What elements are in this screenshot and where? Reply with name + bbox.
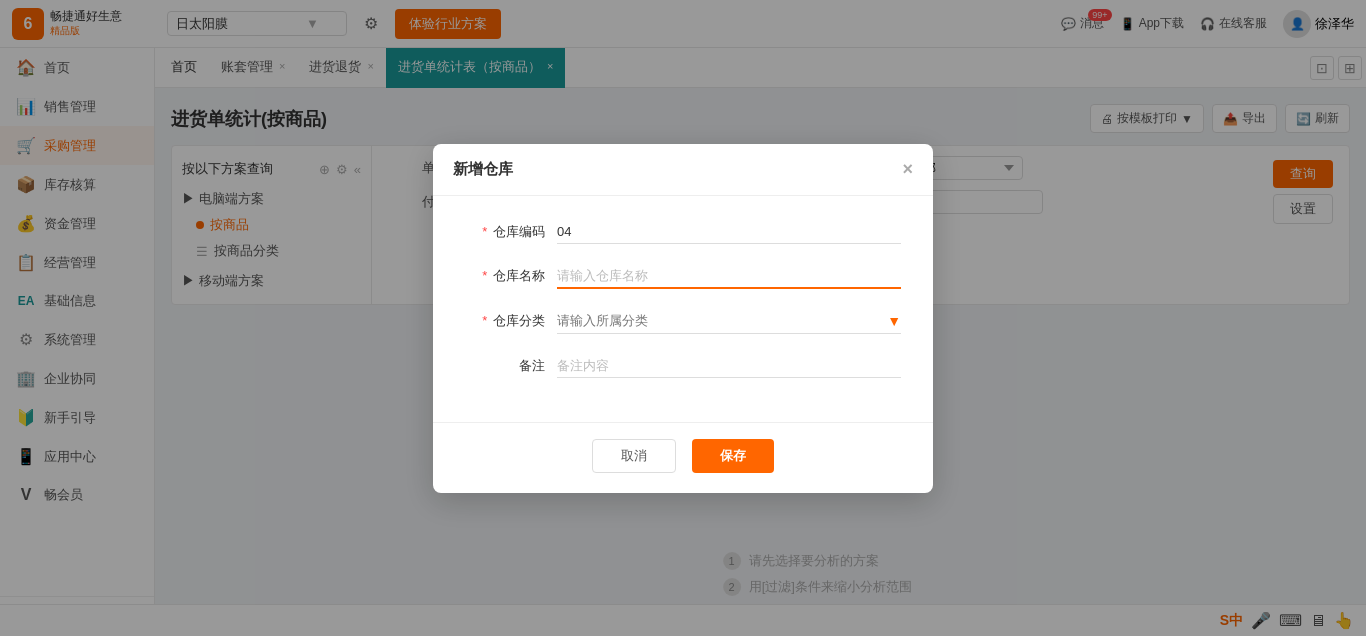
code-input[interactable] bbox=[557, 220, 901, 244]
form-row-code: * 仓库编码 bbox=[465, 220, 901, 244]
modal-title: 新增仓库 bbox=[453, 160, 513, 179]
add-warehouse-modal: 新增仓库 × * 仓库编码 * 仓库名称 bbox=[433, 144, 933, 493]
form-row-category: * 仓库分类 ▼ bbox=[465, 309, 901, 334]
name-label: * 仓库名称 bbox=[465, 267, 545, 285]
modal-overlay[interactable]: 新增仓库 × * 仓库编码 * 仓库名称 bbox=[0, 0, 1366, 636]
name-input[interactable] bbox=[557, 264, 901, 289]
save-button[interactable]: 保存 bbox=[692, 439, 774, 473]
category-dropdown-icon: ▼ bbox=[887, 313, 901, 329]
remark-label: 备注 bbox=[465, 357, 545, 375]
modal-close-button[interactable]: × bbox=[902, 160, 913, 178]
modal-body: * 仓库编码 * 仓库名称 * 仓库分类 bbox=[433, 196, 933, 422]
modal-header: 新增仓库 × bbox=[433, 144, 933, 196]
category-input[interactable] bbox=[557, 313, 887, 328]
category-select-wrap[interactable]: ▼ bbox=[557, 309, 901, 334]
remark-input[interactable] bbox=[557, 354, 901, 378]
modal-footer: 取消 保存 bbox=[433, 422, 933, 493]
category-label: * 仓库分类 bbox=[465, 312, 545, 330]
form-row-name: * 仓库名称 bbox=[465, 264, 901, 289]
cancel-button[interactable]: 取消 bbox=[592, 439, 676, 473]
code-label: * 仓库编码 bbox=[465, 223, 545, 241]
form-row-remark: 备注 bbox=[465, 354, 901, 378]
